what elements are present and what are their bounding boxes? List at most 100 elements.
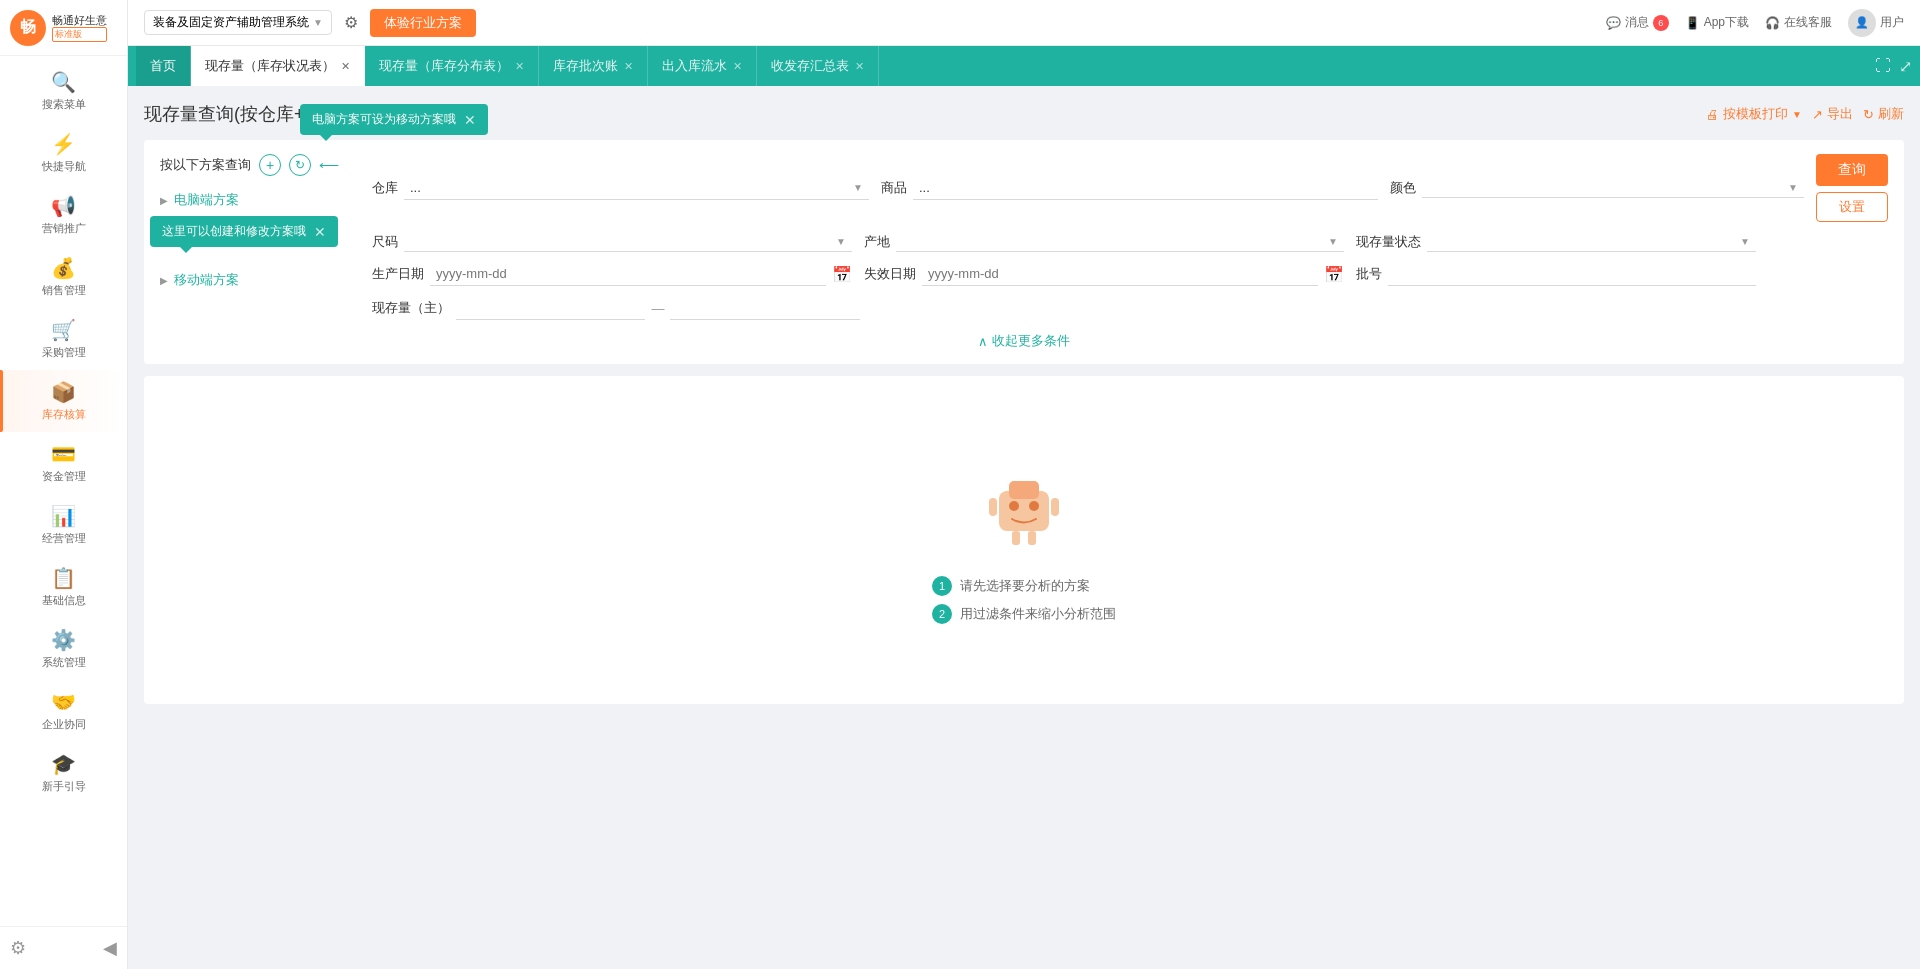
color-select[interactable]: ▼ (1422, 178, 1804, 198)
warehouse-label: 仓库 (372, 179, 398, 197)
system-selector[interactable]: 装备及固定资产辅助管理系统 ▼ (144, 10, 332, 35)
color-label: 颜色 (1390, 179, 1416, 197)
filter-refresh-btn[interactable]: ↻ (289, 154, 311, 176)
sidebar-item-quicknav[interactable]: ⚡ 快捷导航 (0, 122, 127, 184)
produce-date-input[interactable] (430, 262, 826, 286)
filter-row-4: 现存量（主） — (372, 296, 1888, 320)
color-field: 颜色 ▼ (1390, 178, 1804, 198)
user-avatar: 👤 (1848, 9, 1876, 37)
produce-date-calendar-icon[interactable]: 📅 (832, 265, 852, 284)
plan-mobile-item[interactable]: ▶ 移动端方案 (160, 268, 360, 292)
batch-input[interactable] (1388, 262, 1756, 286)
tooltip2-text: 这里可以创建和修改方案哦 (162, 223, 306, 240)
svg-point-2 (1009, 501, 1019, 511)
plan-desktop-label: 电脑端方案 (174, 191, 239, 209)
guide-icon: 🎓 (51, 752, 76, 776)
sidebar-item-guide[interactable]: 🎓 新手引导 (0, 742, 127, 804)
produce-date-field: 生产日期 📅 (372, 262, 852, 286)
system-icon: ⚙️ (51, 628, 76, 652)
basic-icon: 📋 (51, 566, 76, 590)
svg-point-3 (1029, 501, 1039, 511)
tab-close-1[interactable]: ✕ (341, 60, 350, 73)
tab-summary[interactable]: 收发存汇总表 ✕ (757, 46, 879, 86)
size-select[interactable]: ▼ (404, 232, 852, 252)
tab-flow-label: 出入库流水 (662, 57, 727, 75)
tab-close-2[interactable]: ✕ (515, 60, 524, 73)
tab-fullscreen-btn[interactable]: ⛶ (1875, 57, 1891, 76)
sidebar-item-inventory[interactable]: 📦 库存核算 (0, 370, 127, 432)
settings-footer-icon[interactable]: ⚙ (10, 937, 26, 959)
message-action[interactable]: 💬 消息 6 (1606, 14, 1669, 31)
tab-summary-label: 收发存汇总表 (771, 57, 849, 75)
tooltip-plan-create: 这里可以创建和修改方案哦 ✕ (150, 216, 338, 247)
empty-step-1: 1 请先选择要分析的方案 (932, 576, 1116, 596)
origin-label: 产地 (864, 233, 890, 251)
content-area: 现存量查询(按仓库+商品) 🖨 按模板打印 ▼ ↗ 导出 ↻ 刷新 (128, 86, 1920, 969)
export-btn[interactable]: ↗ 导出 (1812, 105, 1853, 123)
sidebar-item-basic[interactable]: 📋 基础信息 (0, 556, 127, 618)
tooltip2-close[interactable]: ✕ (314, 224, 326, 240)
export-label: 导出 (1827, 105, 1853, 123)
tab-home[interactable]: 首页 (136, 46, 191, 86)
message-icon: 💬 (1606, 16, 1621, 30)
empty-step-1-text: 请先选择要分析的方案 (960, 577, 1090, 595)
message-badge: 6 (1653, 15, 1669, 31)
filter-add-btn[interactable]: + (259, 154, 281, 176)
tab-inventory-status[interactable]: 现存量（库存状况表） ✕ (191, 46, 365, 86)
print-btn[interactable]: 🖨 按模板打印 ▼ (1706, 105, 1802, 123)
sidebar-item-finance[interactable]: 💳 资金管理 (0, 432, 127, 494)
tab-expand-btn[interactable]: ⤢ (1899, 57, 1912, 76)
tabs-controls: ⛶ ⤢ (1875, 57, 1912, 76)
headset-icon: 🎧 (1765, 16, 1780, 30)
marketing-icon: 📢 (51, 194, 76, 218)
sidebar-label-collab: 企业协同 (42, 717, 86, 732)
svg-rect-4 (989, 498, 997, 516)
goods-select[interactable]: ... (913, 176, 1378, 200)
stock-main-input-to[interactable] (670, 296, 859, 320)
filter-back-btn[interactable]: ⟵ (319, 157, 339, 173)
tooltip1-close[interactable]: ✕ (464, 112, 476, 128)
expire-date-input[interactable] (922, 262, 1318, 286)
warehouse-field: 仓库 ... ▼ (372, 176, 869, 200)
origin-select[interactable]: ▼ (896, 232, 1344, 252)
goods-field: 商品 ... (881, 176, 1378, 200)
stock-status-select[interactable]: ▼ (1427, 232, 1756, 252)
collapse-footer-icon[interactable]: ◀ (103, 937, 117, 959)
stock-main-input-from[interactable] (456, 296, 645, 320)
sidebar-item-system[interactable]: ⚙️ 系统管理 (0, 618, 127, 680)
topbar-right: 💬 消息 6 📱 App下载 🎧 在线客服 👤 用户 (1606, 9, 1904, 37)
filter-more-btn[interactable]: ∧ 收起更多条件 (160, 332, 1888, 350)
user-action[interactable]: 👤 用户 (1848, 9, 1904, 37)
stock-main-field: 现存量（主） — (372, 296, 860, 320)
app-download-action[interactable]: 📱 App下载 (1685, 14, 1749, 31)
tab-close-4[interactable]: ✕ (733, 60, 742, 73)
plan-desktop-item[interactable]: ▶ 电脑端方案 (160, 188, 360, 212)
plan-panel: 按以下方案查询 + ↻ ⟵ 电脑方案可设为移动方案哦 ✕ (160, 154, 360, 300)
set-btn[interactable]: 设置 (1816, 192, 1888, 222)
sidebar-item-marketing[interactable]: 📢 营销推广 (0, 184, 127, 246)
warehouse-select[interactable]: ... ▼ (404, 176, 869, 200)
expire-date-calendar-icon[interactable]: 📅 (1324, 265, 1344, 284)
sidebar-item-collab[interactable]: 🤝 企业协同 (0, 680, 127, 742)
svg-rect-1 (1009, 481, 1039, 499)
query-btn[interactable]: 查询 (1816, 154, 1888, 186)
sidebar-item-purchase[interactable]: 🛒 采购管理 (0, 308, 127, 370)
sidebar-label-purchase: 采购管理 (42, 345, 86, 360)
tab-close-5[interactable]: ✕ (855, 60, 864, 73)
dropdown-icon: ▼ (313, 17, 323, 28)
tab-inventory-dist[interactable]: 现存量（库存分布表） ✕ (365, 46, 539, 86)
tab-close-3[interactable]: ✕ (624, 60, 633, 73)
refresh-btn[interactable]: ↻ 刷新 (1863, 105, 1904, 123)
sidebar-item-search[interactable]: 🔍 搜索菜单 (0, 60, 127, 122)
settings-topbar-icon[interactable]: ⚙ (344, 13, 358, 32)
industry-btn[interactable]: 体验行业方案 (370, 9, 476, 37)
sidebar-item-sales[interactable]: 💰 销售管理 (0, 246, 127, 308)
sidebar-label-finance: 资金管理 (42, 469, 86, 484)
export-icon: ↗ (1812, 107, 1823, 122)
online-support-action[interactable]: 🎧 在线客服 (1765, 14, 1832, 31)
sidebar-label-system: 系统管理 (42, 655, 86, 670)
plan-list-2: ▶ 移动端方案 (160, 268, 360, 292)
tab-flow[interactable]: 出入库流水 ✕ (648, 46, 757, 86)
tab-batch-account[interactable]: 库存批次账 ✕ (539, 46, 648, 86)
sidebar-item-operation[interactable]: 📊 经营管理 (0, 494, 127, 556)
